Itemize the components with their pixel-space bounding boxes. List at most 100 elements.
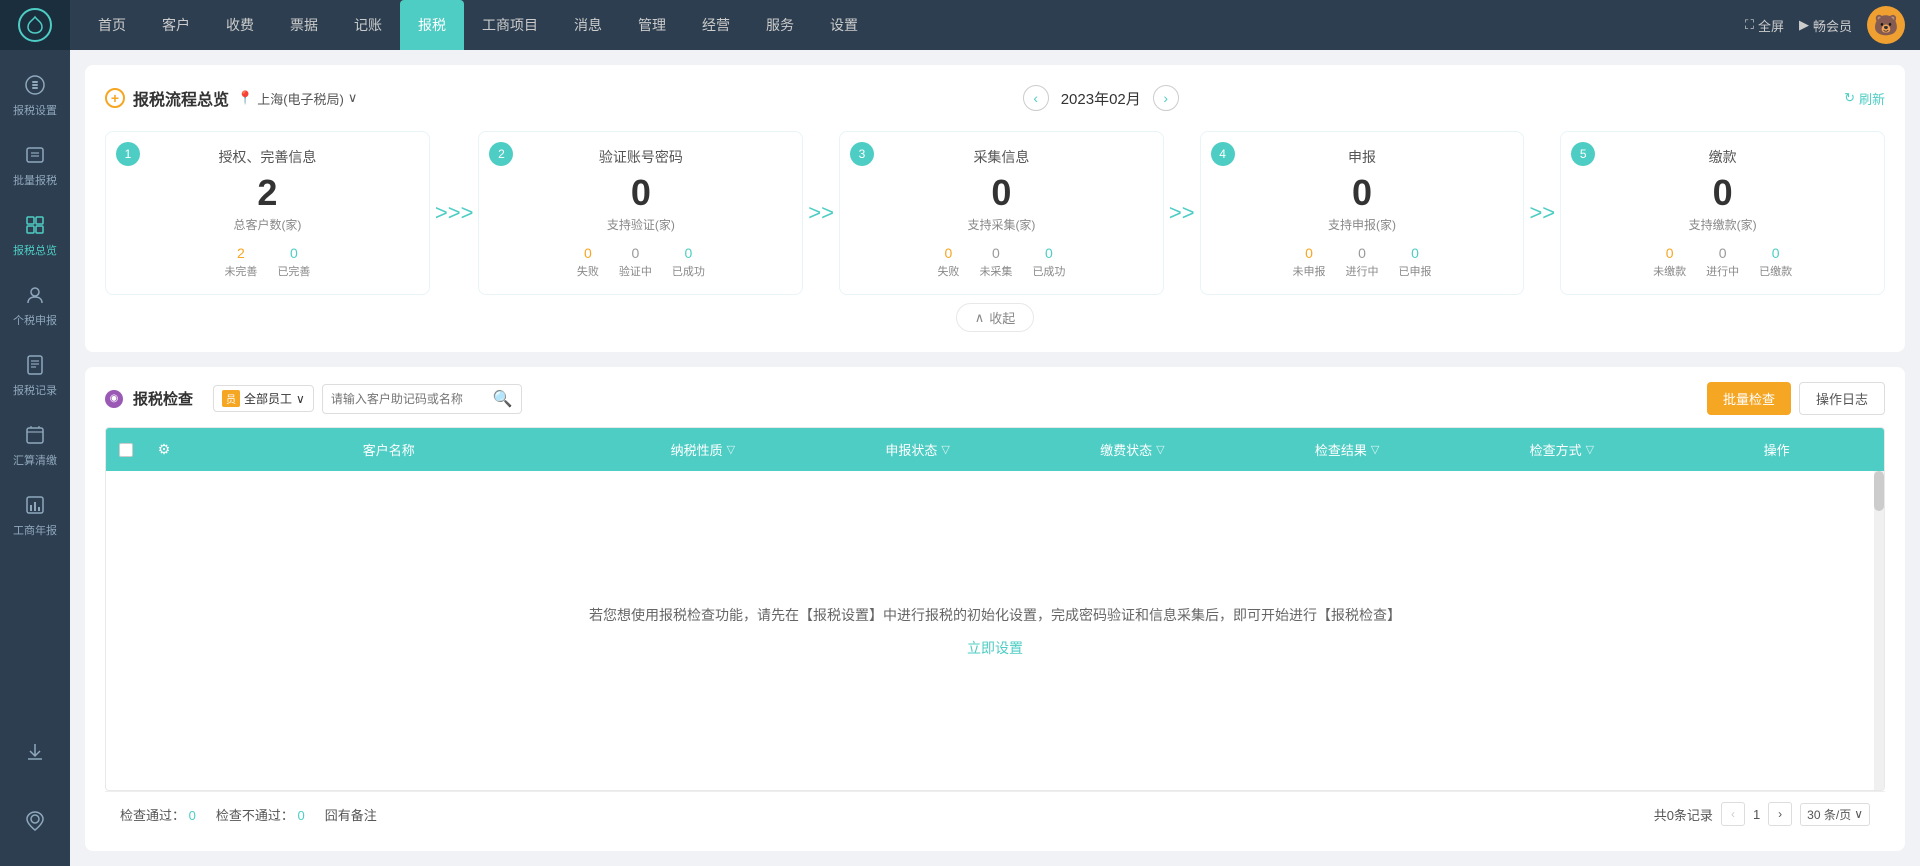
- personal-tax-icon: [22, 282, 48, 308]
- nav-message[interactable]: 消息: [556, 0, 620, 50]
- step-4-stat-1[interactable]: 0 进行中: [1346, 245, 1379, 279]
- collapse-row: ∧ 收起: [105, 295, 1885, 332]
- search-icon[interactable]: 🔍: [493, 389, 513, 409]
- step-4: 4 申报 0 支持申报(家) 0 未申报 0 进行中: [1200, 131, 1525, 295]
- nav-home[interactable]: 首页: [80, 0, 144, 50]
- table-head-checkbox[interactable]: [106, 431, 146, 469]
- current-month: 2023年02月: [1061, 88, 1141, 109]
- sidebar-item-download[interactable]: [0, 716, 70, 786]
- step-3-stat-2[interactable]: 0 已成功: [1032, 245, 1065, 279]
- step-5-stat-1-num: 0: [1719, 245, 1727, 261]
- top-nav-right: ⛶ 全屏 ▶ 畅会员 🐻: [1745, 6, 1920, 44]
- nav-accounting[interactable]: 记账: [336, 0, 400, 50]
- prev-month-btn[interactable]: ‹: [1023, 85, 1049, 111]
- nav-service[interactable]: 服务: [748, 0, 812, 50]
- step-4-stats: 0 未申报 0 进行中 0 已申报: [1221, 245, 1504, 279]
- step-5-stat-0[interactable]: 0 未缴款: [1653, 245, 1686, 279]
- step-1-stat-0[interactable]: 2 未完善: [224, 245, 257, 279]
- th-tax-nature-filter[interactable]: ▽: [727, 443, 735, 456]
- sidebar-item-settlement[interactable]: 汇算清缴: [0, 410, 70, 480]
- location-tag[interactable]: 📍 上海(电子税局) ∨: [237, 89, 357, 108]
- nav-operation[interactable]: 经营: [684, 0, 748, 50]
- step-2-stat-2[interactable]: 0 已成功: [672, 245, 705, 279]
- nav-settings[interactable]: 设置: [812, 0, 876, 50]
- sidebar-item-batch-tax[interactable]: 批量报税: [0, 130, 70, 200]
- fail-count-link[interactable]: 0: [298, 808, 305, 823]
- scrollbar[interactable]: [1874, 471, 1884, 790]
- nav-fee[interactable]: 收费: [208, 0, 272, 50]
- collapse-label: 收起: [989, 308, 1015, 327]
- customer-search-box[interactable]: 🔍: [322, 384, 522, 414]
- step-3-stat-0[interactable]: 0 失败: [937, 245, 959, 279]
- step-1: 1 授权、完善信息 2 总客户数(家) 2 未完善 0 已完善: [105, 131, 430, 295]
- sidebar-item-personal-tax[interactable]: 个税申报: [0, 270, 70, 340]
- nav-customer[interactable]: 客户: [144, 0, 208, 50]
- step-arrow-1: >>>: [430, 131, 479, 295]
- location-icon: 📍: [237, 90, 253, 106]
- th-check-result-filter[interactable]: ▽: [1371, 443, 1379, 456]
- refresh-label: 刷新: [1859, 89, 1885, 108]
- step-arrow-2: >>: [803, 131, 839, 295]
- main-layout: 报税设置 批量报税 报税总览 个税申报 报税记录: [0, 50, 1920, 866]
- month-nav: ‹ 2023年02月 ›: [1023, 85, 1179, 111]
- employee-badge: 员: [222, 390, 240, 407]
- sidebar-item-tax-overview[interactable]: 报税总览: [0, 200, 70, 270]
- next-month-btn[interactable]: ›: [1153, 85, 1179, 111]
- step-5-stat-2-label: 已缴款: [1759, 263, 1792, 279]
- table-head-settings[interactable]: ⚙: [146, 441, 182, 458]
- check-title: 报税检查: [133, 388, 193, 409]
- footer-right: 共0条记录 ‹ 1 › 30 条/页 ∨: [1654, 802, 1870, 826]
- sidebar-item-annual-report[interactable]: 工商年报: [0, 480, 70, 550]
- settlement-icon: [22, 422, 48, 448]
- pass-count-link[interactable]: 0: [189, 808, 196, 823]
- step-5-stat-1[interactable]: 0 进行中: [1706, 245, 1739, 279]
- check-title-icon: ◉: [105, 390, 123, 408]
- step-1-num: 1: [116, 142, 140, 166]
- step-1-subtitle: 总客户数(家): [126, 216, 409, 233]
- nav-business[interactable]: 工商项目: [464, 0, 556, 50]
- sidebar-item-location[interactable]: [0, 786, 70, 856]
- customer-search-input[interactable]: [331, 392, 487, 406]
- per-page-selector[interactable]: 30 条/页 ∨: [1800, 803, 1870, 826]
- next-page-btn[interactable]: ›: [1768, 802, 1792, 826]
- check-header: ◉ 报税检查 员 全部员工 ∨ 🔍 批量检查 操作日志: [105, 382, 1885, 415]
- th-declare-status-filter[interactable]: ▽: [941, 443, 949, 456]
- step-4-stat-0[interactable]: 0 未申报: [1293, 245, 1326, 279]
- sidebar-label-tax-settings: 报税设置: [13, 102, 57, 118]
- step-5-subtitle: 支持缴款(家): [1581, 216, 1864, 233]
- step-4-stat-2[interactable]: 0 已申报: [1399, 245, 1432, 279]
- sidebar-item-tax-settings[interactable]: 报税设置: [0, 60, 70, 130]
- note-label: 囧有备注: [325, 805, 377, 824]
- step-3-stat-1-label: 未采集: [979, 263, 1012, 279]
- prev-page-btn[interactable]: ‹: [1721, 802, 1745, 826]
- setup-link[interactable]: 立即设置: [967, 638, 1023, 658]
- nav-tax[interactable]: 报税: [400, 0, 464, 50]
- header-checkbox[interactable]: [119, 443, 133, 457]
- step-3: 3 采集信息 0 支持采集(家) 0 失败 0 未采集: [839, 131, 1164, 295]
- nav-manage[interactable]: 管理: [620, 0, 684, 50]
- logo[interactable]: [0, 0, 70, 50]
- sidebar-label-annual-report: 工商年报: [13, 522, 57, 538]
- scroll-thumb[interactable]: [1874, 471, 1884, 511]
- step-3-stat-1[interactable]: 0 未采集: [979, 245, 1012, 279]
- step-5-stat-2[interactable]: 0 已缴款: [1759, 245, 1792, 279]
- nav-invoice[interactable]: 票据: [272, 0, 336, 50]
- member-btn[interactable]: ▶ 畅会员: [1799, 16, 1852, 35]
- step-1-stat-1[interactable]: 0 已完善: [277, 245, 310, 279]
- overview-title-text: 报税流程总览: [133, 86, 229, 110]
- step-2-stat-0[interactable]: 0 失败: [577, 245, 599, 279]
- refresh-btn[interactable]: ↻ 刷新: [1844, 89, 1885, 108]
- step-3-subtitle: 支持采集(家): [860, 216, 1143, 233]
- employee-filter[interactable]: 员 全部员工 ∨: [213, 385, 314, 412]
- step-2-stat-1[interactable]: 0 验证中: [619, 245, 652, 279]
- annual-report-icon: [22, 492, 48, 518]
- th-check-method-filter[interactable]: ▽: [1586, 443, 1594, 456]
- sidebar-item-tax-record[interactable]: 报税记录: [0, 340, 70, 410]
- batch-check-btn[interactable]: 批量检查: [1707, 382, 1791, 415]
- collapse-btn[interactable]: ∧ 收起: [956, 303, 1035, 332]
- play-icon: ▶: [1799, 17, 1809, 33]
- fullscreen-btn[interactable]: ⛶ 全屏: [1745, 16, 1784, 35]
- operation-log-btn[interactable]: 操作日志: [1799, 382, 1885, 415]
- th-fee-status-filter[interactable]: ▽: [1156, 443, 1164, 456]
- user-avatar[interactable]: 🐻: [1867, 6, 1905, 44]
